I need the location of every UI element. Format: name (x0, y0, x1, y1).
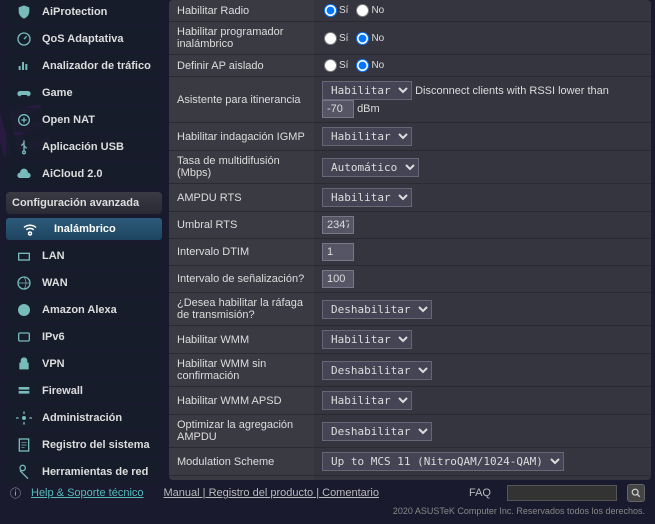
row-label: Intervalo DTIM (169, 239, 314, 266)
multicast-select[interactable]: Automático (322, 158, 419, 177)
igmp-select[interactable]: Habilitar (322, 127, 412, 146)
faq-label: FAQ (469, 487, 491, 499)
row-label: Tasa de multidifusión (Mbps) (169, 151, 314, 184)
vpn-icon (12, 356, 36, 372)
footer: ⓘ Help & Soporte técnico Manual | Regist… (0, 480, 655, 524)
help-support-link[interactable]: Help & Soporte técnico (31, 487, 144, 499)
wmm-select[interactable]: Habilitar (322, 330, 412, 349)
radio-si[interactable] (324, 59, 337, 72)
modulation-select[interactable]: Up to MCS 11 (NitroQAM/1024-QAM) (322, 452, 564, 471)
nat-icon (12, 112, 36, 128)
feedback-link[interactable]: Comentario (322, 487, 379, 499)
globe-icon (12, 275, 36, 291)
txburst-select[interactable]: Deshabilitar (322, 300, 432, 319)
sidebar-item-opennat[interactable]: Open NAT (6, 108, 162, 132)
row-label: Habilitar WMM APSD (169, 387, 314, 415)
log-icon (12, 437, 36, 453)
faq-search-input[interactable] (507, 485, 617, 501)
sidebar-item-nettools[interactable]: Herramientas de red (6, 460, 162, 484)
sidebar-item-qos[interactable]: QoS Adaptativa (6, 27, 162, 51)
search-button[interactable] (627, 484, 645, 502)
row-label: ¿Desea habilitar la ráfaga de transmisió… (169, 293, 314, 326)
cloud-icon (12, 166, 36, 182)
row-label: Optimizar la agregación AMPDU (169, 415, 314, 448)
sidebar-item-ipv6[interactable]: IPv6 (6, 325, 162, 349)
wifi-icon (12, 218, 48, 240)
shield-icon (12, 4, 36, 20)
ampdu-agg-select[interactable]: Deshabilitar (322, 422, 432, 441)
row-label: Modulation Scheme (169, 448, 314, 476)
chart-icon (12, 58, 36, 74)
ipv6-icon (12, 329, 36, 345)
sidebar-item-vpn[interactable]: VPN (6, 352, 162, 376)
sidebar-item-wan[interactable]: WAN (6, 271, 162, 295)
gauge-icon (12, 31, 36, 47)
advanced-header: Configuración avanzada (6, 192, 162, 214)
row-label: Habilitar programador inalámbrico (169, 22, 314, 55)
wmm-apsd-select[interactable]: Habilitar (322, 391, 412, 410)
lan-icon (12, 248, 36, 264)
sidebar-item-usb[interactable]: Aplicación USB (6, 135, 162, 159)
rssi-input[interactable] (322, 100, 354, 118)
sidebar: AiProtection QoS Adaptativa Analizador d… (0, 0, 165, 480)
copyright: 2020 ASUSTeK Computer Inc. Reservados to… (10, 506, 645, 516)
help-icon: ⓘ (10, 485, 21, 501)
rssi-text: Disconnect clients with RSSI lower than (415, 85, 609, 97)
game-icon (12, 85, 36, 101)
row-label: Asistente para itinerancia (169, 77, 314, 123)
roaming-select[interactable]: Habilitar (322, 81, 412, 100)
radio-no[interactable] (356, 32, 369, 45)
row-label: Habilitar WMM sin confirmación (169, 354, 314, 387)
sidebar-item-aicloud[interactable]: AiCloud 2.0 (6, 162, 162, 186)
row-label: Definir AP aislado (169, 55, 314, 77)
sidebar-item-game[interactable]: Game (6, 81, 162, 105)
radio-si[interactable] (324, 4, 337, 17)
sidebar-item-admin[interactable]: Administración (6, 406, 162, 430)
row-label: Intervalo de señalización? (169, 266, 314, 293)
product-reg-link[interactable]: Registro del producto (209, 487, 314, 499)
firewall-icon (12, 383, 36, 399)
manual-link[interactable]: Manual (164, 487, 200, 499)
radio-no[interactable] (356, 59, 369, 72)
sidebar-item-lan[interactable]: LAN (6, 244, 162, 268)
rts-threshold-input[interactable] (322, 216, 354, 234)
usb-icon (12, 139, 36, 155)
row-label: Habilitar indagación IGMP (169, 123, 314, 151)
gear-icon (12, 410, 36, 426)
ampdu-rts-select[interactable]: Habilitar (322, 188, 412, 207)
sidebar-item-syslog[interactable]: Registro del sistema (6, 433, 162, 457)
sidebar-item-firewall[interactable]: Firewall (6, 379, 162, 403)
row-label: Umbral RTS (169, 212, 314, 239)
sidebar-item-wireless[interactable]: Inalámbrico (6, 218, 162, 240)
sidebar-item-traffic[interactable]: Analizador de tráfico (6, 54, 162, 78)
wmm-noack-select[interactable]: Deshabilitar (322, 361, 432, 380)
radio-si[interactable] (324, 32, 337, 45)
sidebar-item-aiprotection[interactable]: AiProtection (6, 0, 162, 24)
tools-icon (12, 464, 36, 480)
beacon-input[interactable] (322, 270, 354, 288)
alexa-icon (12, 302, 36, 318)
unit-label: dBm (357, 103, 380, 115)
settings-panel: Habilitar RadioSíNo Habilitar programado… (169, 0, 651, 480)
row-label: Habilitar Radio (169, 0, 314, 22)
row-label: AMPDU RTS (169, 184, 314, 212)
sidebar-item-alexa[interactable]: Amazon Alexa (6, 298, 162, 322)
row-label: Habilitar WMM (169, 326, 314, 354)
dtim-input[interactable] (322, 243, 354, 261)
row-label: Equidad de tiempo de emisión (169, 476, 314, 481)
radio-no[interactable] (356, 4, 369, 17)
